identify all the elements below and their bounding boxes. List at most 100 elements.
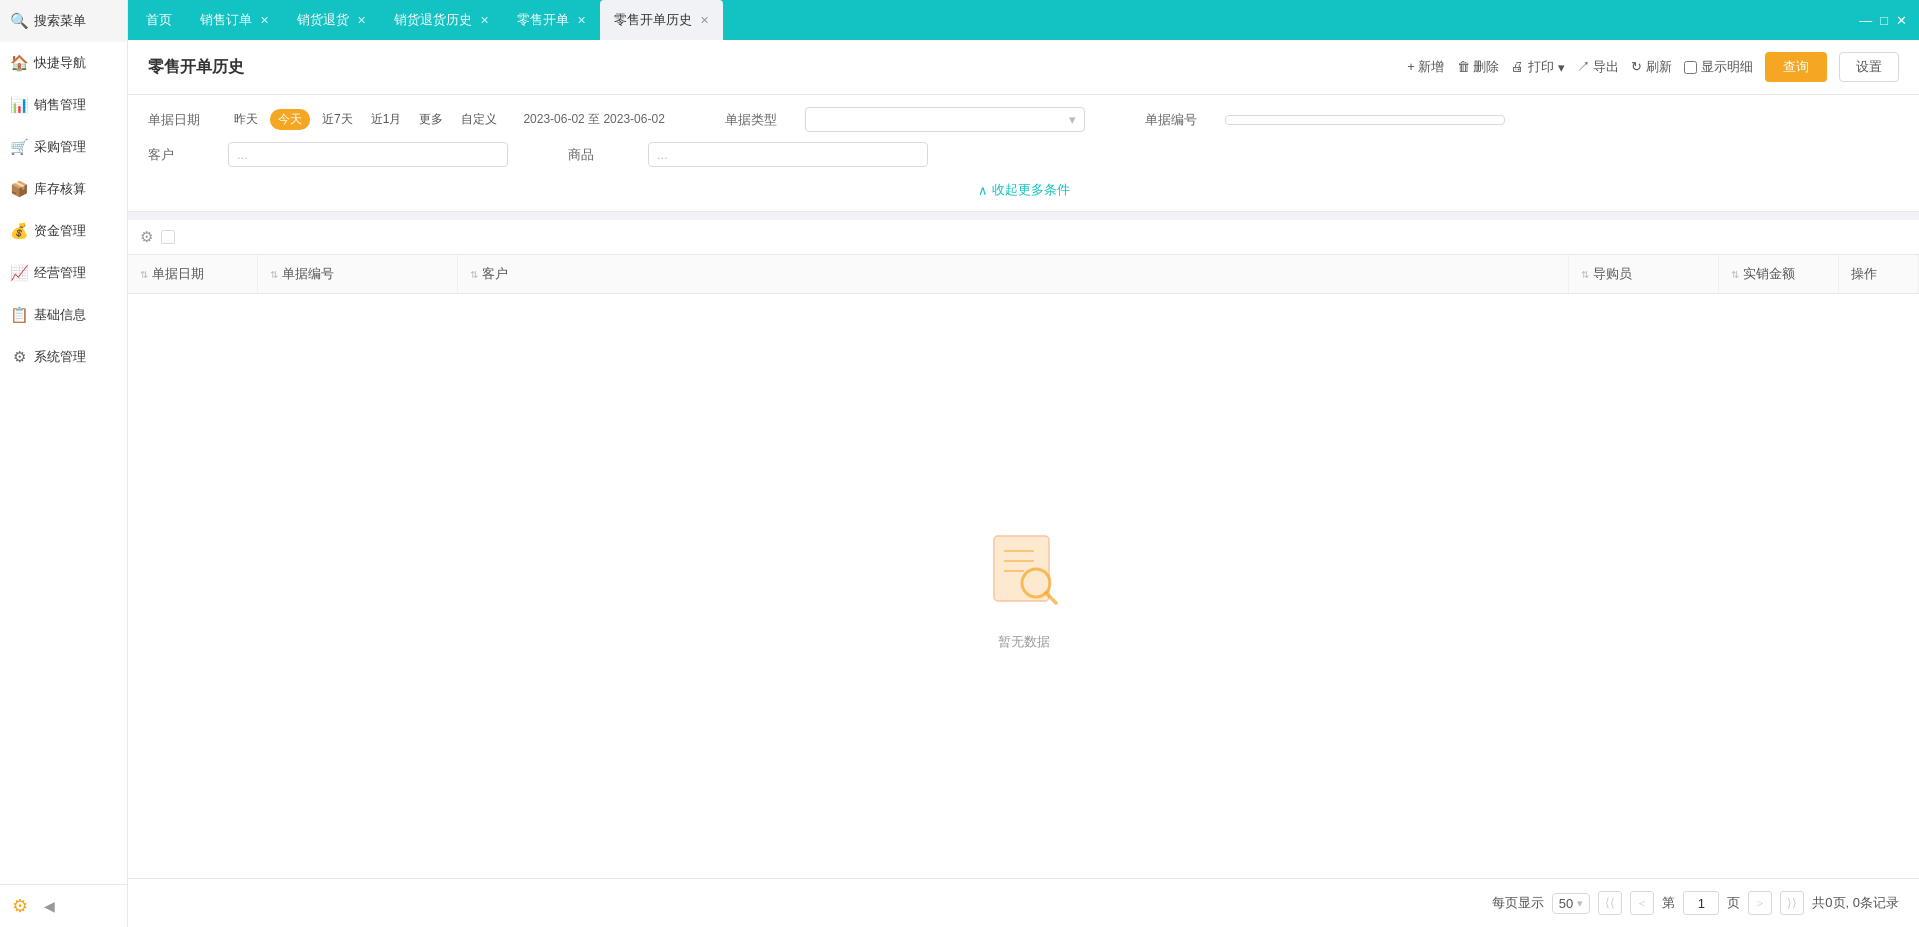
date-today[interactable]: 今天 xyxy=(270,109,310,130)
sidebar-item-label: 系统管理 xyxy=(34,348,86,366)
empty-state: 暂无数据 xyxy=(128,294,1919,878)
setting-button[interactable]: 设置 xyxy=(1839,52,1899,82)
tab-sales-order[interactable]: 销售订单 ✕ xyxy=(186,0,283,40)
sidebar-item-inventory[interactable]: 📦 库存核算 xyxy=(0,168,127,210)
money-icon: 💰 xyxy=(10,222,28,240)
doc-number-input[interactable] xyxy=(1225,115,1505,125)
tab-sales-return-close[interactable]: ✕ xyxy=(357,14,366,27)
th-guide-label: 导购员 xyxy=(1593,265,1632,283)
chart-icon: 📊 xyxy=(10,96,28,114)
tab-retail-open-close[interactable]: ✕ xyxy=(577,14,586,27)
tab-sales-return-history[interactable]: 销货退货历史 ✕ xyxy=(380,0,503,40)
add-label: + 新增 xyxy=(1407,58,1444,76)
first-page-btn[interactable]: ⟨⟨ xyxy=(1598,891,1622,915)
table-header: ⇅ 单据日期 ⇅ 单据编号 ⇅ 客户 ⇅ 导购员 ⇅ 实销金额 xyxy=(128,255,1919,294)
maximize-btn[interactable]: □ xyxy=(1880,13,1888,28)
minimize-btn[interactable]: — xyxy=(1859,13,1872,28)
th-customer-sort[interactable]: ⇅ xyxy=(470,269,478,280)
tab-home[interactable]: 首页 xyxy=(132,0,186,40)
date-more[interactable]: 更多 xyxy=(413,109,449,130)
th-guide: ⇅ 导购员 xyxy=(1569,255,1719,293)
select-all-checkbox[interactable] xyxy=(161,230,175,244)
th-customer-label: 客户 xyxy=(482,265,508,283)
sidebar: 🔍 搜索菜单 🏠 快捷导航 📊 销售管理 🛒 采购管理 📦 库存核算 💰 资金管… xyxy=(0,0,128,927)
settings-icon[interactable]: ⚙ xyxy=(12,895,28,917)
table-toolbar: ⚙ xyxy=(128,220,1919,255)
page-size-arrow: ▾ xyxy=(1577,897,1583,910)
sidebar-item-label: 基础信息 xyxy=(34,306,86,324)
doc-type-select[interactable]: ▾ xyxy=(805,107,1085,132)
page-size-select[interactable]: 50 ▾ xyxy=(1552,893,1590,914)
date-range-value: 2023-06-02 至 2023-06-02 xyxy=(523,111,664,128)
last-page-btn[interactable]: ⟩⟩ xyxy=(1780,891,1804,915)
tab-sales-return-label: 销货退货 xyxy=(297,11,349,29)
refresh-button[interactable]: ↻ 刷新 xyxy=(1631,58,1672,76)
date-last7[interactable]: 近7天 xyxy=(316,109,359,130)
sidebar-item-operations[interactable]: 📈 经营管理 xyxy=(0,252,127,294)
th-amount-sort[interactable]: ⇅ xyxy=(1731,269,1739,280)
date-custom[interactable]: 自定义 xyxy=(455,109,503,130)
empty-text: 暂无数据 xyxy=(998,633,1050,651)
sidebar-item-purchase-mgmt[interactable]: 🛒 采购管理 xyxy=(0,126,127,168)
table-settings-icon[interactable]: ⚙ xyxy=(140,228,153,246)
date-yesterday[interactable]: 昨天 xyxy=(228,109,264,130)
add-button[interactable]: + 新增 xyxy=(1407,58,1444,76)
product-placeholder: ... xyxy=(657,147,668,162)
sidebar-search-label: 搜索菜单 xyxy=(34,12,86,30)
th-amount-label: 实销金额 xyxy=(1743,265,1795,283)
th-action: 操作 xyxy=(1839,255,1919,293)
tab-sales-order-close[interactable]: ✕ xyxy=(260,14,269,27)
sidebar-item-sys-mgmt[interactable]: ⚙ 系统管理 xyxy=(0,336,127,378)
th-guide-sort[interactable]: ⇅ xyxy=(1581,269,1589,280)
customer-placeholder: ... xyxy=(237,147,248,162)
close-btn[interactable]: ✕ xyxy=(1896,13,1907,28)
tab-sales-return-history-close[interactable]: ✕ xyxy=(480,14,489,27)
collapse-more[interactable]: ∧ 收起更多条件 xyxy=(148,177,1899,203)
delete-button[interactable]: 🗑 删除 xyxy=(1457,58,1500,76)
query-button[interactable]: 查询 xyxy=(1765,52,1827,82)
box-icon: 📦 xyxy=(10,180,28,198)
th-customer: ⇅ 客户 xyxy=(458,255,1569,293)
ops-icon: 📈 xyxy=(10,264,28,282)
sidebar-item-sales-mgmt[interactable]: 📊 销售管理 xyxy=(0,84,127,126)
doc-icon: 📋 xyxy=(10,306,28,324)
date-options: 昨天 今天 近7天 近1月 更多 自定义 xyxy=(228,109,503,130)
export-button[interactable]: ↗ 导出 xyxy=(1577,58,1620,76)
tab-sales-return[interactable]: 销货退货 ✕ xyxy=(283,0,380,40)
date-last-month[interactable]: 近1月 xyxy=(365,109,408,130)
product-input[interactable]: ... xyxy=(648,142,928,167)
collapse-label: 收起更多条件 xyxy=(992,181,1070,199)
sidebar-item-label: 资金管理 xyxy=(34,222,86,240)
display-detail-checkbox[interactable] xyxy=(1684,61,1697,74)
tab-retail-open-history-label: 零售开单历史 xyxy=(614,11,692,29)
th-date-sort[interactable]: ⇅ xyxy=(140,269,148,280)
sidebar-item-finance[interactable]: 💰 资金管理 xyxy=(0,210,127,252)
date-filter-label: 单据日期 xyxy=(148,111,208,129)
page-input[interactable] xyxy=(1683,891,1719,915)
cart-icon: 🛒 xyxy=(10,138,28,156)
tab-retail-open-history[interactable]: 零售开单历史 ✕ xyxy=(600,0,723,40)
page-label: 页 xyxy=(1727,894,1740,912)
tab-retail-open-history-close[interactable]: ✕ xyxy=(700,14,709,27)
product-filter-label: 商品 xyxy=(568,146,628,164)
sidebar-item-quick-nav[interactable]: 🏠 快捷导航 xyxy=(0,42,127,84)
sidebar-item-basic-info[interactable]: 📋 基础信息 xyxy=(0,294,127,336)
print-button[interactable]: 🖨 打印 ▾ xyxy=(1511,58,1565,76)
window-controls: — □ ✕ xyxy=(1859,13,1915,28)
th-date-label: 单据日期 xyxy=(152,265,204,283)
next-page-btn[interactable]: ＞ xyxy=(1748,891,1772,915)
th-date: ⇅ 单据日期 xyxy=(128,255,258,293)
delete-label: 🗑 删除 xyxy=(1457,58,1500,76)
sidebar-item-label: 快捷导航 xyxy=(34,54,86,72)
content-area: 零售开单历史 + 新增 🗑 删除 🖨 打印 ▾ ↗ 导出 ↻ 刷新 xyxy=(128,40,1919,927)
th-number-sort[interactable]: ⇅ xyxy=(270,269,278,280)
collapse-icon[interactable]: ◀ xyxy=(44,898,55,914)
sidebar-item-label: 销售管理 xyxy=(34,96,86,114)
prev-page-btn[interactable]: ＜ xyxy=(1630,891,1654,915)
empty-illustration xyxy=(974,521,1074,621)
tab-retail-open[interactable]: 零售开单 ✕ xyxy=(503,0,600,40)
customer-input[interactable]: ... xyxy=(228,142,508,167)
display-detail-checkbox-container[interactable]: 显示明细 xyxy=(1684,58,1753,76)
sidebar-search[interactable]: 🔍 搜索菜单 xyxy=(0,0,127,42)
search-icon: 🔍 xyxy=(10,12,28,30)
